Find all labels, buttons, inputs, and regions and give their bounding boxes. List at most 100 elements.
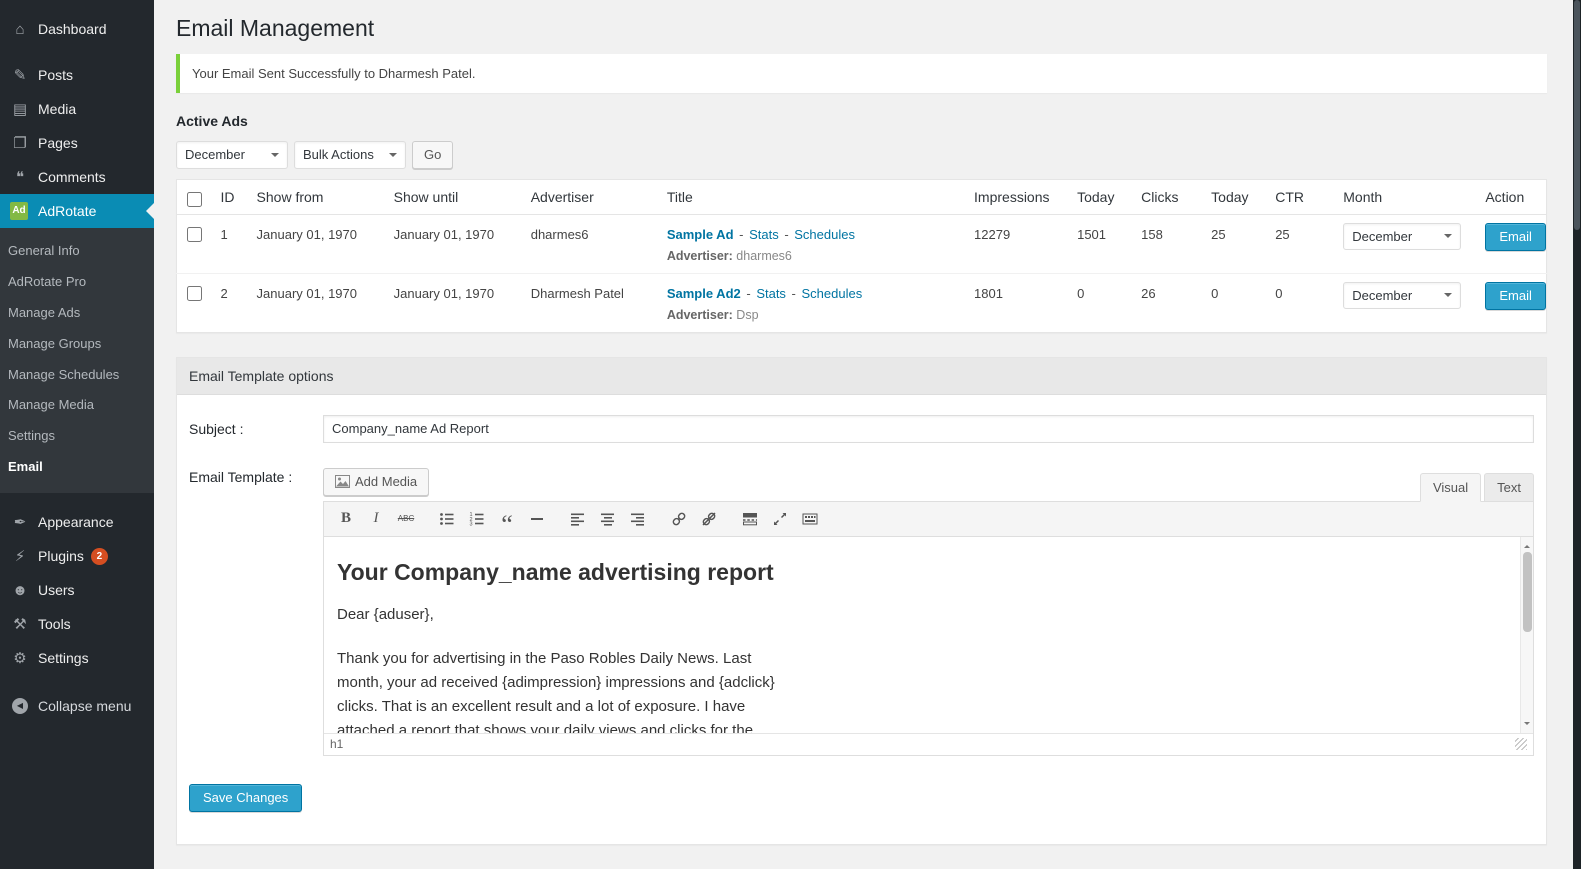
panel-header: Email Template options [177, 357, 1546, 395]
bulk-actions-select[interactable]: Bulk Actions [294, 140, 406, 169]
email-template-panel: Email Template options Subject : Email T… [176, 356, 1547, 845]
sidebar-item-tools[interactable]: ⚒ Tools [0, 607, 154, 641]
go-button[interactable]: Go [412, 140, 454, 169]
bulleted-list-icon [440, 512, 454, 525]
column-header-show-from: Show from [246, 179, 384, 215]
notice-message: Your Email Sent Successfully to Dharmesh… [192, 65, 476, 81]
numbered-list-button[interactable]: 123 [463, 506, 491, 532]
ad-impressions: 12279 [974, 226, 1011, 242]
page-scrollbar[interactable] [1573, 0, 1581, 869]
ad-ctr: 25 [1275, 226, 1290, 242]
stats-link[interactable]: Stats [749, 227, 779, 242]
ad-show-from: January 01, 1970 [256, 226, 357, 242]
ad-title-link[interactable]: Sample Ad2 [667, 286, 741, 301]
submenu-item-general-info[interactable]: General Info [0, 236, 154, 267]
align-left-button[interactable] [564, 506, 592, 532]
read-more-tag-icon [743, 512, 757, 526]
sidebar-item-media[interactable]: ▤ Media [0, 92, 154, 126]
posts-icon: ✎ [13, 67, 27, 84]
italic-button[interactable]: I [362, 506, 390, 532]
sidebar-item-label: Collapse menu [38, 698, 132, 715]
submenu-item-manage-ads[interactable]: Manage Ads [0, 298, 154, 329]
subject-input[interactable] [323, 414, 1534, 443]
select-row-checkbox[interactable] [187, 226, 202, 242]
sidebar-item-posts[interactable]: ✎ Posts [0, 58, 154, 92]
resize-handle[interactable] [1515, 738, 1527, 751]
align-center-button[interactable] [594, 506, 622, 532]
column-header-clicks: Clicks [1131, 179, 1202, 215]
visual-editor: B I ABC 123 “ Your Company_name advertis… [323, 500, 1534, 756]
sidebar-item-users[interactable]: ☻ Users [0, 573, 154, 607]
row-month-select[interactable]: December [1343, 222, 1462, 250]
align-right-icon [631, 513, 644, 526]
dashboard-icon: ⌂ [15, 20, 25, 38]
scroll-up-icon[interactable] [1524, 542, 1530, 548]
bulk-actions-value: Bulk Actions [303, 147, 374, 163]
row-month-select[interactable]: December [1343, 281, 1462, 309]
email-body-greeting: Dear {aduser}, [337, 605, 434, 623]
collapse-menu-button[interactable]: ◀ Collapse menu [0, 689, 154, 723]
sidebar-item-label: AdRotate [38, 203, 97, 219]
align-right-button[interactable] [624, 506, 652, 532]
strikethrough-button[interactable]: ABC [392, 506, 420, 532]
sidebar-item-comments[interactable]: ❝ Comments [0, 160, 154, 194]
email-button[interactable]: Email [1485, 222, 1546, 251]
ad-title-link[interactable]: Sample Ad [667, 227, 734, 242]
select-all-checkbox[interactable] [187, 192, 202, 208]
scrollbar-thumb[interactable] [1523, 551, 1532, 632]
insert-link-button[interactable] [665, 506, 693, 532]
toolbar-toggle-button[interactable] [796, 506, 824, 532]
sidebar-item-pages[interactable]: ❐ Pages [0, 126, 154, 160]
schedules-link[interactable]: Schedules [794, 227, 855, 242]
plugins-update-badge: 2 [90, 547, 108, 565]
editor-content[interactable]: Your Company_name advertising report Dea… [324, 536, 1533, 733]
sidebar-item-plugins[interactable]: ⚡ Plugins 2 [0, 539, 154, 573]
sidebar-item-adrotate[interactable]: Ad AdRotate [0, 194, 154, 228]
advertiser-name: Dsp [736, 307, 759, 322]
select-row-checkbox[interactable] [187, 285, 202, 301]
sidebar-item-label: Appearance [38, 514, 114, 531]
remove-link-icon [702, 512, 716, 526]
sidebar-item-label: Posts [38, 67, 74, 83]
main-content: Email Management Your Email Sent Success… [154, 0, 1573, 869]
submenu-item-manage-schedules[interactable]: Manage Schedules [0, 360, 154, 391]
adrotate-icon: Ad [10, 202, 28, 220]
sidebar-item-dashboard[interactable]: ⌂ Dashboard [0, 12, 154, 46]
page-scrollbar-thumb[interactable] [1574, 0, 1580, 230]
horizontal-rule-button[interactable] [523, 506, 551, 532]
bold-button[interactable]: B [332, 506, 360, 532]
submenu-item-email[interactable]: Email [0, 452, 154, 483]
schedules-link[interactable]: Schedules [802, 286, 863, 301]
submenu-item-manage-groups[interactable]: Manage Groups [0, 329, 154, 360]
tab-visual[interactable]: Visual [1419, 472, 1482, 502]
sidebar-item-appearance[interactable]: ✒ Appearance [0, 505, 154, 539]
editor-header: Add Media Visual Text [323, 463, 1534, 502]
column-header-title: Title [656, 179, 965, 215]
read-more-tag-button[interactable] [736, 506, 764, 532]
bulleted-list-button[interactable] [433, 506, 461, 532]
fullscreen-button[interactable] [766, 506, 794, 532]
month-filter-select[interactable]: December [176, 140, 288, 169]
submenu-item-adrotate-pro[interactable]: AdRotate Pro [0, 267, 154, 298]
scroll-down-icon[interactable] [1524, 721, 1530, 728]
ad-advertiser: Dharmesh Patel [520, 272, 657, 333]
svg-text:3: 3 [470, 521, 473, 527]
stats-link[interactable]: Stats [756, 286, 786, 301]
submenu-item-manage-media[interactable]: Manage Media [0, 390, 154, 421]
editor-statusbar: h1 [324, 732, 1533, 755]
save-changes-button[interactable]: Save Changes [189, 783, 303, 812]
ad-title-cell: Sample Ad2 - Stats - Schedules Advertise… [656, 272, 965, 333]
submenu-item-settings[interactable]: Settings [0, 421, 154, 452]
remove-link-button[interactable] [695, 506, 723, 532]
blockquote-icon: “ [501, 509, 513, 539]
adrotate-submenu: General Info AdRotate Pro Manage Ads Man… [0, 228, 154, 494]
editor-scrollbar[interactable] [1520, 536, 1533, 733]
column-header-action: Action [1475, 179, 1547, 215]
sidebar-item-settings[interactable]: ⚙ Settings [0, 641, 154, 675]
tab-text[interactable]: Text [1484, 472, 1534, 502]
email-button[interactable]: Email [1485, 281, 1546, 310]
comments-icon: ❝ [15, 169, 25, 186]
add-media-button[interactable]: Add Media [323, 467, 430, 496]
ad-show-until: January 01, 1970 [383, 272, 521, 333]
blockquote-button[interactable]: “ [493, 506, 521, 539]
